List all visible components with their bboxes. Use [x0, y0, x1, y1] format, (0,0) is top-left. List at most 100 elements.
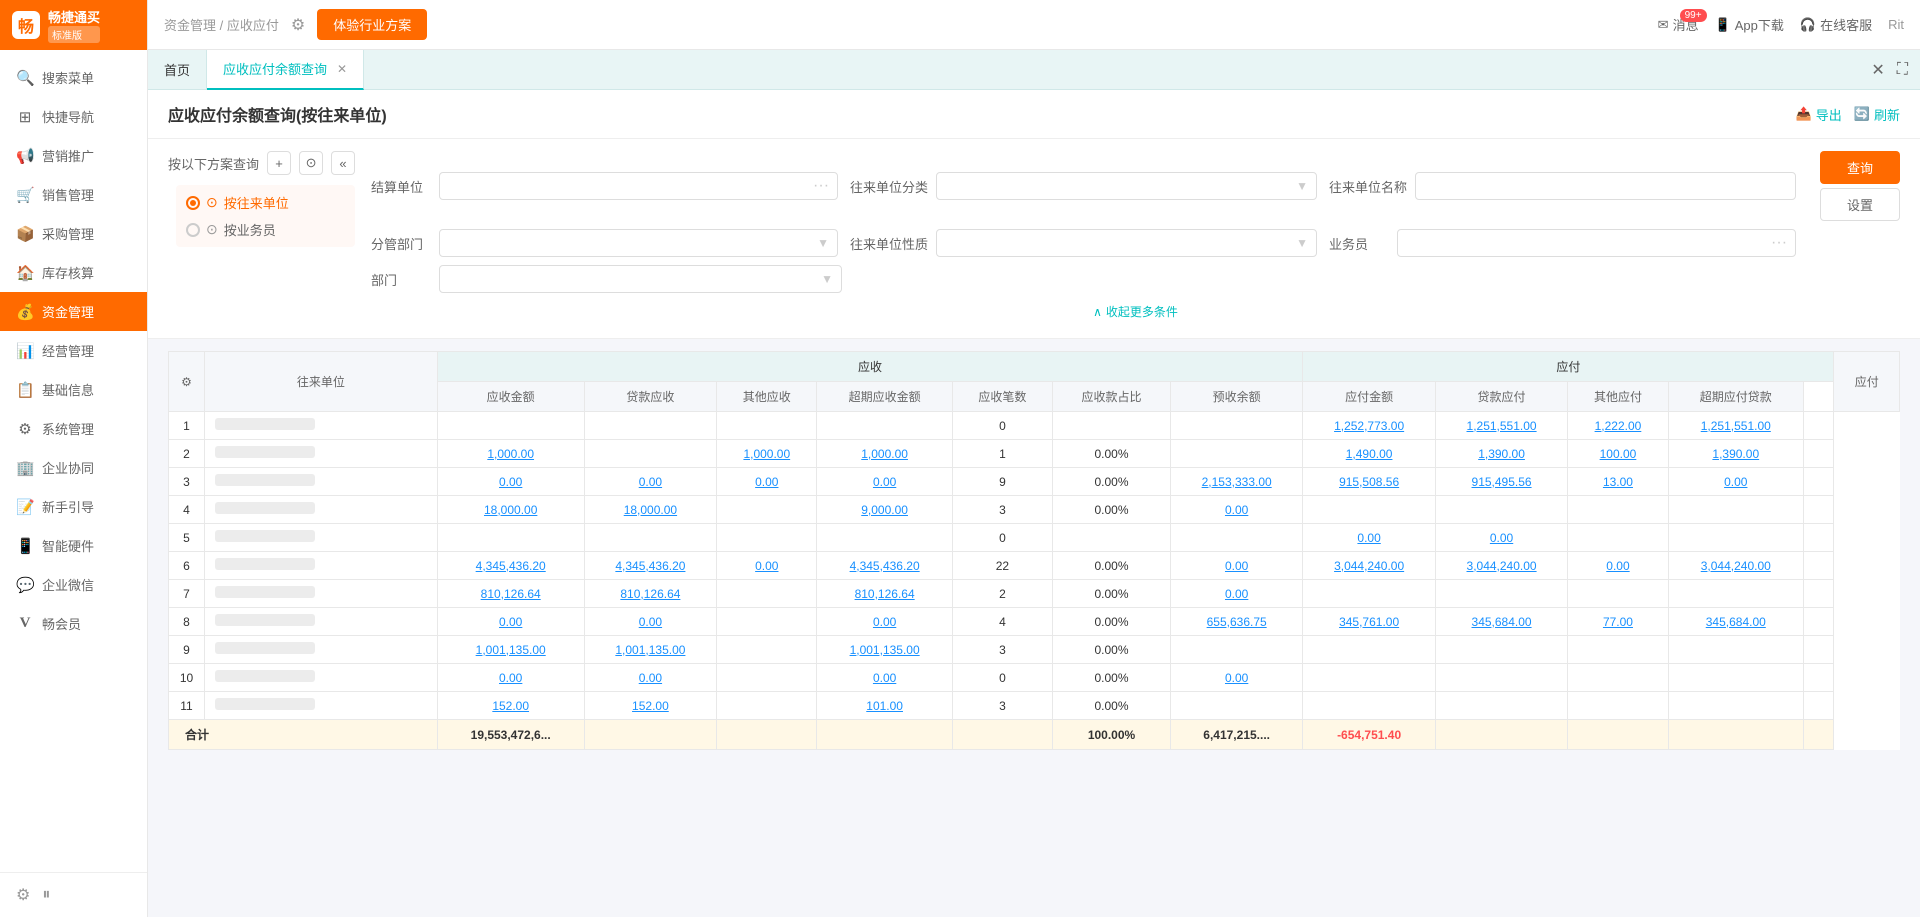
cell-ar_amount: 0.00 [437, 664, 584, 692]
header: 资金管理 / 应收应付 ⚙ 体验行业方案 ✉ 消息 99+ 📱 App下载 🎧 … [148, 0, 1920, 50]
cell-ar_prepay: 0.00 [1170, 580, 1302, 608]
sidebar-item-smart-hardware[interactable]: 📱 智能硬件 [0, 526, 147, 565]
table-ar-count-header: 应收笔数 [952, 382, 1052, 412]
filter-options: ⊙ 按往来单位 ⊙ 按业务员 [176, 185, 355, 247]
sidebar-item-guide[interactable]: 📝 新手引导 [0, 487, 147, 526]
cell-ap_col [1803, 608, 1834, 636]
filter-field-partner-category: 往来单位分类 ▼ [850, 172, 1317, 200]
cell-ap_loan: 0.00 [1435, 524, 1567, 552]
cell-ar_amount: 0.00 [437, 608, 584, 636]
filter-option-by-customer[interactable]: ⊙ 按往来单位 [186, 191, 345, 214]
export-button[interactable]: 📤 导出 [1796, 105, 1842, 124]
settle-unit-input[interactable]: ··· [439, 172, 838, 200]
sidebar-item-fund[interactable]: 💰 资金管理 [0, 292, 147, 331]
collapse-chevron-icon: ∧ [1093, 305, 1102, 319]
cell-ap_overdue: 3,044,240.00 [1668, 552, 1803, 580]
sidebar-item-quick-nav[interactable]: ⊞ 快捷导航 [0, 97, 147, 136]
table-settings-header[interactable]: ⚙ [169, 352, 205, 412]
sidebar-item-wechat[interactable]: 💬 企业微信 [0, 565, 147, 604]
cell-ar_prepay: 0.00 [1170, 496, 1302, 524]
cell-ap_overdue [1668, 524, 1803, 552]
sidebar-item-sales[interactable]: 🛒 销售管理 [0, 175, 147, 214]
partner-nature-input[interactable]: ▼ [936, 229, 1317, 257]
sidebar-item-purchase[interactable]: 📦 采购管理 [0, 214, 147, 253]
sidebar-item-label: 资金管理 [42, 302, 94, 321]
filter-option-by-salesman[interactable]: ⊙ 按业务员 [186, 218, 345, 241]
table-row: 21,000.001,000.001,000.0010.00%1,490.001… [169, 440, 1900, 468]
cell-ap_loan [1435, 664, 1567, 692]
sidebar-logo: 畅 畅捷通买 标准版 [0, 0, 147, 50]
settings-button[interactable]: 设置 [1820, 188, 1900, 221]
cell-ar_overdue: 1,000.00 [817, 440, 952, 468]
sidebar-item-inventory[interactable]: 🏠 库存核算 [0, 253, 147, 292]
cell-ap_loan [1435, 692, 1567, 720]
cell-ar_ratio: 0.00% [1053, 636, 1171, 664]
cell-ar_other [717, 524, 817, 552]
notification-badge: 99+ [1680, 9, 1707, 22]
table-ap-col-header: 应付 [1834, 352, 1900, 412]
tabbar: 首页 应收应付余额查询 ✕ ✕ ⛶ [148, 50, 1920, 90]
tab-home-label: 首页 [164, 60, 190, 79]
export-icon: 📤 [1796, 106, 1812, 122]
sidebar-item-search-menu[interactable]: 🔍 搜索菜单 [0, 58, 147, 97]
row-number: 11 [169, 692, 205, 720]
cell-ap_other [1568, 692, 1668, 720]
row-number: 4 [169, 496, 205, 524]
settings-bottom-icon[interactable]: ⚙ [16, 885, 30, 905]
cell-ar_other: 1,000.00 [717, 440, 817, 468]
cell-ap_other [1568, 496, 1668, 524]
app-download-area[interactable]: 📱 App下载 [1715, 15, 1784, 34]
total-ar-count [952, 720, 1052, 750]
tab-home[interactable]: 首页 [148, 50, 207, 90]
filter-field-salesman: 业务员 ··· [1329, 229, 1796, 257]
filter-collapse-left-icon[interactable]: « [331, 151, 355, 175]
tab-ar-ap-query[interactable]: 应收应付余额查询 ✕ [207, 50, 364, 90]
sidebar-item-marketing[interactable]: 📢 营销推广 [0, 136, 147, 175]
cell-ap_loan: 1,251,551.00 [1435, 412, 1567, 440]
sidebar-item-operation[interactable]: 📊 经营管理 [0, 331, 147, 370]
tab-expand-icon[interactable]: ⛶ [1897, 61, 1908, 79]
sidebar-item-system[interactable]: ⚙ 系统管理 [0, 409, 147, 448]
tab-ar-ap-label: 应收应付余额查询 [223, 59, 327, 78]
sidebar-item-label: 库存核算 [42, 263, 94, 282]
tab-close-window-icon[interactable]: ✕ [1871, 60, 1884, 80]
cell-ap_other: 13.00 [1568, 468, 1668, 496]
table-ar-amount-header: 应收金额 [437, 382, 584, 412]
total-ar-prepay: 6,417,215.... [1170, 720, 1302, 750]
sidebar-item-enterprise[interactable]: 🏢 企业协同 [0, 448, 147, 487]
filter-add-icon[interactable]: + [267, 151, 291, 175]
tab-close-icon[interactable]: ✕ [337, 62, 347, 76]
salesman-input[interactable]: ··· [1397, 229, 1796, 257]
partner-name-cell [205, 664, 438, 692]
sidebar-item-label: 智能硬件 [42, 536, 94, 555]
partner-name-input[interactable] [1415, 172, 1796, 200]
cell-ap_other [1568, 524, 1668, 552]
notification-area[interactable]: ✉ 消息 99+ [1658, 15, 1699, 34]
cell-ap_overdue [1668, 664, 1803, 692]
cell-ar_other [717, 664, 817, 692]
cell-ar_other: 0.00 [717, 468, 817, 496]
table-row: 100.000.000.0000.00%0.00 [169, 664, 1900, 692]
cell-ap_other [1568, 580, 1668, 608]
gear-icon[interactable]: ⚙ [291, 15, 305, 35]
partner-nature-label: 往来单位性质 [850, 234, 928, 253]
partner-name-cell [205, 440, 438, 468]
sidebar-item-vip[interactable]: V 畅会员 [0, 604, 147, 643]
promo-button[interactable]: 体验行业方案 [317, 9, 427, 40]
collapse-icon[interactable]: ⏸ [42, 886, 50, 904]
query-button[interactable]: 查询 [1820, 151, 1900, 184]
refresh-button[interactable]: 🔄 刷新 [1854, 105, 1900, 124]
sidebar-item-basic-info[interactable]: 📋 基础信息 [0, 370, 147, 409]
cell-ap_overdue [1668, 636, 1803, 664]
dept-input[interactable]: ▼ [439, 265, 842, 293]
online-service-area[interactable]: 🎧 在线客服 [1800, 15, 1872, 34]
filter-collapse-button[interactable]: ∧ 收起更多条件 [371, 297, 1900, 326]
filter-settings-icon[interactable]: ⊙ [299, 151, 323, 175]
partner-category-label: 往来单位分类 [850, 177, 928, 196]
partner-name-cell [205, 412, 438, 440]
user-area[interactable]: Rit [1888, 17, 1904, 32]
cell-ap_col [1803, 412, 1834, 440]
cell-ar_amount: 0.00 [437, 468, 584, 496]
partner-category-input[interactable]: ▼ [936, 172, 1317, 200]
dept-manage-input[interactable]: ▼ [439, 229, 838, 257]
